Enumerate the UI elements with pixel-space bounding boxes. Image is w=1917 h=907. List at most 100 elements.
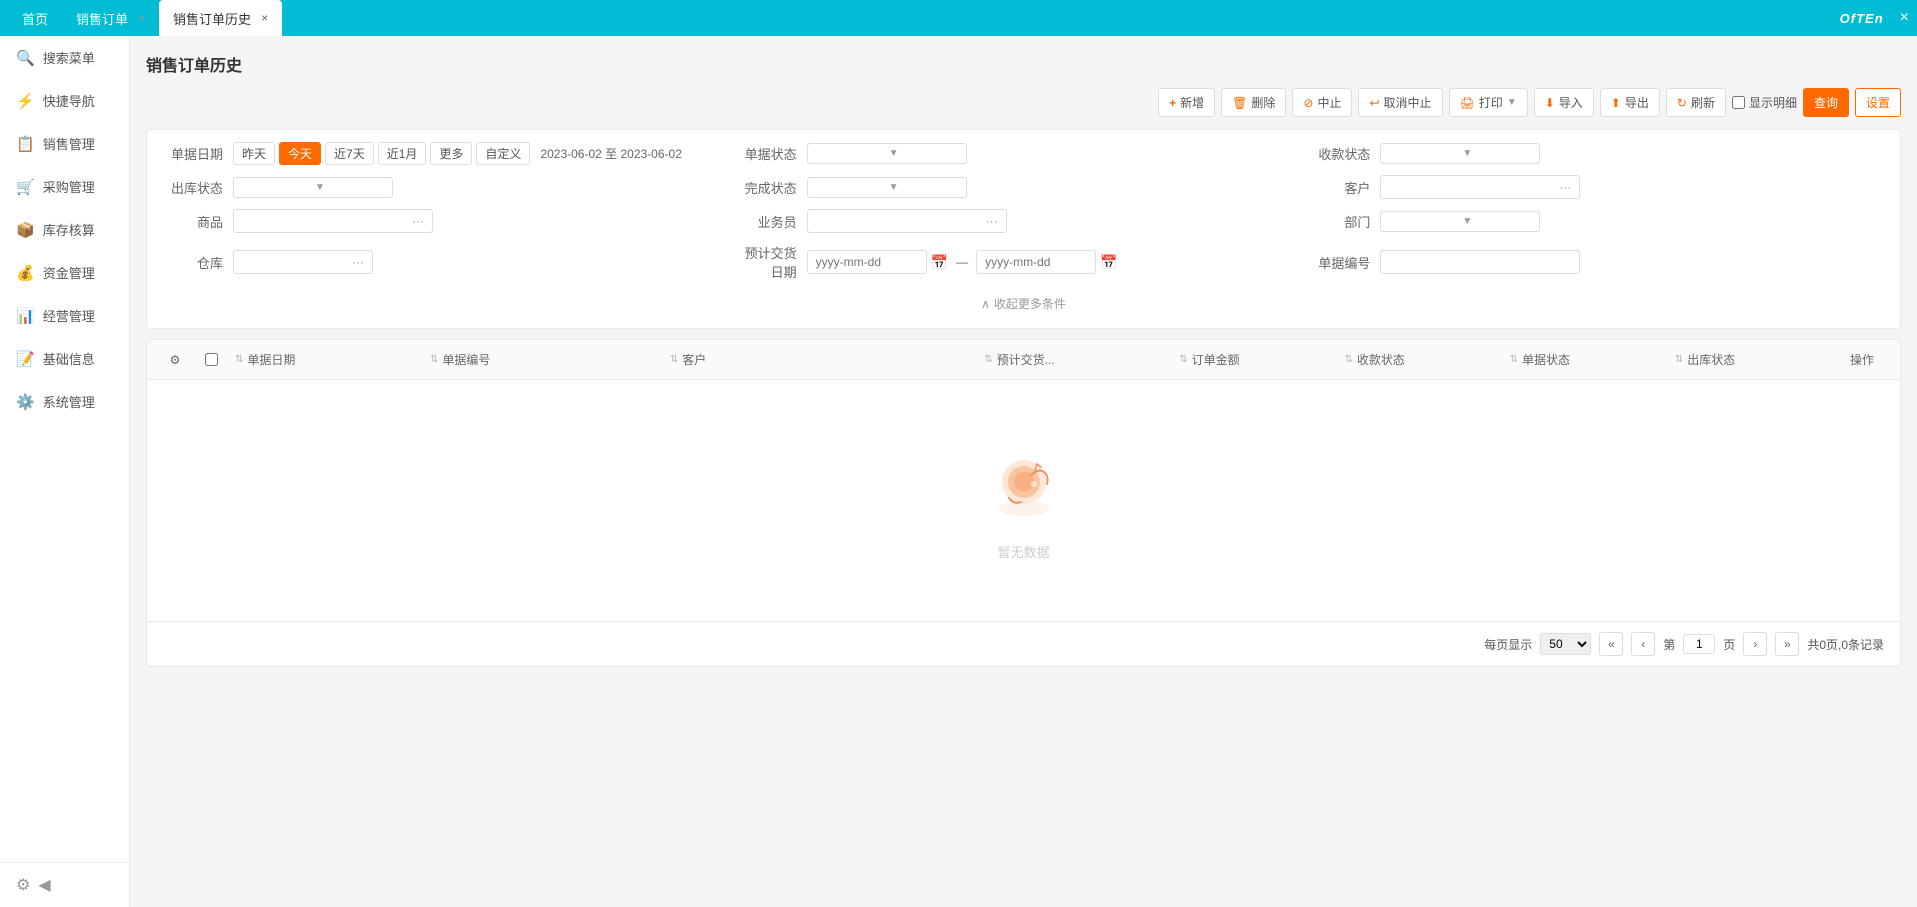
warehouse-label: 仓库 <box>163 253 233 272</box>
collapse-row[interactable]: ∧ 收起更多条件 <box>163 291 1884 316</box>
th-customer[interactable]: ⇅ 客户 <box>662 351 976 368</box>
date-btn-custom[interactable]: 自定义 <box>476 142 530 165</box>
close-all-btn[interactable]: × <box>1900 9 1909 27</box>
dept-select[interactable]: ▼ <box>1380 211 1540 232</box>
settings-button[interactable]: 设置 <box>1855 88 1901 117</box>
close-tab-sales-history[interactable]: × <box>261 11 268 25</box>
sidebar-collapse-icon[interactable]: ◀ <box>38 875 50 895</box>
collapse-label: 收起更多条件 <box>994 295 1066 312</box>
main-layout: 🔍 搜索菜单 ⚡ 快捷导航 📋 销售管理 🛒 采购管理 📦 库存核算 💰 资金管… <box>0 36 1917 907</box>
delete-button[interactable]: 🗑 删除 <box>1221 88 1286 117</box>
sidebar-settings-icon[interactable]: ⚙ <box>16 875 30 895</box>
th-out-status[interactable]: ⇅ 出库状态 <box>1667 351 1832 368</box>
next-page-btn[interactable]: › <box>1743 632 1767 656</box>
bill-status-control: ▼ <box>807 143 1311 164</box>
sidebar-item-basic-info[interactable]: 📝 基础信息 <box>0 337 129 380</box>
show-detail-checkbox[interactable]: 显示明细 <box>1732 94 1797 111</box>
th-payment[interactable]: ⇅ 收款状态 <box>1336 351 1501 368</box>
import-icon: ⬇ <box>1545 96 1555 110</box>
th-number[interactable]: ⇅ 单据编号 <box>422 351 662 368</box>
date-btn-yesterday[interactable]: 昨天 <box>233 142 275 165</box>
sort-icon-delivery: ⇅ <box>984 354 992 365</box>
sidebar: 🔍 搜索菜单 ⚡ 快捷导航 📋 销售管理 🛒 采购管理 📦 库存核算 💰 资金管… <box>0 36 130 907</box>
delivery-date-to[interactable] <box>976 250 1096 274</box>
bill-number-control <box>1380 250 1884 274</box>
sidebar-item-operation[interactable]: 📊 经营管理 <box>0 294 129 337</box>
toolbar: + 新增 🗑 删除 ⊘ 中止 ↩ 取消中止 🖨 打印 ▼ ⬇ 导 <box>146 88 1901 117</box>
th-checkbox[interactable] <box>195 353 227 366</box>
add-icon: + <box>1169 96 1176 110</box>
date-btn-week[interactable]: 近7天 <box>325 142 374 165</box>
add-button[interactable]: + 新增 <box>1158 88 1215 117</box>
select-all-checkbox[interactable] <box>205 353 218 366</box>
sidebar-item-search-menu[interactable]: 🔍 搜索菜单 <box>0 36 129 79</box>
sidebar-item-finance[interactable]: 💰 资金管理 <box>0 251 129 294</box>
customer-input[interactable]: ··· <box>1380 175 1580 199</box>
date-btn-more[interactable]: 更多 <box>430 142 472 165</box>
show-detail-input[interactable] <box>1732 96 1745 109</box>
sidebar-item-inventory[interactable]: 📦 库存核算 <box>0 208 129 251</box>
bill-status-arrow: ▼ <box>889 148 958 159</box>
refresh-button[interactable]: ↻ 刷新 <box>1666 88 1726 117</box>
date-buttons-group: 昨天 今天 近7天 近1月 更多 <box>233 142 530 165</box>
table-header: ⚙ ⇅ 单据日期 ⇅ 单据编号 ⇅ 客户 ⇅ <box>147 340 1900 380</box>
page-label: 页 <box>1723 636 1735 653</box>
th-settings[interactable]: ⚙ <box>155 353 195 367</box>
date-calendar-to[interactable]: 📅 <box>1100 254 1117 271</box>
tab-sales-history[interactable]: 销售订单历史 × <box>159 0 282 36</box>
refresh-icon: ↻ <box>1677 96 1687 110</box>
empty-state: 暂无数据 <box>147 380 1900 621</box>
page-size-select[interactable]: 50 10 20 100 <box>1540 633 1591 655</box>
th-amount[interactable]: ⇅ 订单金额 <box>1171 351 1336 368</box>
warehouse-control: ··· <box>233 250 737 274</box>
operation-icon: 📊 <box>16 307 35 325</box>
stop-button[interactable]: ⊘ 中止 <box>1292 88 1352 117</box>
date-btn-month[interactable]: 近1月 <box>378 142 427 165</box>
customer-label: 客户 <box>1310 178 1380 197</box>
goods-input[interactable]: ··· <box>233 209 433 233</box>
print-icon: 🖨 <box>1460 96 1475 110</box>
export-button[interactable]: ⬆ 导出 <box>1600 88 1660 117</box>
th-delivery[interactable]: ⇅ 预计交货... <box>976 351 1171 368</box>
out-status-select[interactable]: ▼ <box>233 177 393 198</box>
tab-home[interactable]: 首页 <box>8 0 62 36</box>
sidebar-item-purchase-mgmt[interactable]: 🛒 采购管理 <box>0 165 129 208</box>
sys-mgmt-icon: ⚙️ <box>16 393 35 411</box>
last-page-btn[interactable]: » <box>1775 632 1799 656</box>
salesman-input[interactable]: ··· <box>807 209 1007 233</box>
page-title: 销售订单历史 <box>146 52 1901 76</box>
prev-page-btn[interactable]: ‹ <box>1631 632 1655 656</box>
sidebar-item-sys-mgmt[interactable]: ⚙️ 系统管理 <box>0 380 129 423</box>
warehouse-input[interactable]: ··· <box>233 250 373 274</box>
print-button[interactable]: 🖨 打印 ▼ <box>1449 88 1528 117</box>
bill-status-label: 单据状态 <box>737 144 807 163</box>
first-page-btn[interactable]: « <box>1599 632 1623 656</box>
pay-status-label: 收款状态 <box>1310 144 1380 163</box>
bill-number-input[interactable] <box>1380 250 1580 274</box>
out-status-control: ▼ <box>233 177 737 198</box>
complete-status-arrow: ▼ <box>889 182 958 193</box>
delivery-date-from[interactable] <box>807 250 927 274</box>
customer-control: ··· <box>1380 175 1884 199</box>
sidebar-item-sales-mgmt[interactable]: 📋 销售管理 <box>0 122 129 165</box>
delivery-date-control: 📅 — 📅 <box>807 250 1311 274</box>
sidebar-item-quick-nav[interactable]: ⚡ 快捷导航 <box>0 79 129 122</box>
sort-icon-date: ⇅ <box>235 354 243 365</box>
close-tab-sales-order[interactable]: × <box>138 11 145 25</box>
date-calendar-from[interactable]: 📅 <box>931 254 948 271</box>
query-button[interactable]: 查询 <box>1803 88 1849 117</box>
import-button[interactable]: ⬇ 导入 <box>1534 88 1594 117</box>
cancel-stop-button[interactable]: ↩ 取消中止 <box>1358 88 1442 117</box>
tab-sales-order[interactable]: 销售订单 × <box>62 0 159 36</box>
th-bill-status[interactable]: ⇅ 单据状态 <box>1502 351 1667 368</box>
date-btn-today[interactable]: 今天 <box>279 142 321 165</box>
pay-status-select[interactable]: ▼ <box>1380 143 1540 164</box>
goods-label: 商品 <box>163 212 233 231</box>
complete-status-select[interactable]: ▼ <box>807 177 967 198</box>
th-date[interactable]: ⇅ 单据日期 <box>227 351 422 368</box>
page-number-input[interactable] <box>1683 634 1715 654</box>
dept-arrow: ▼ <box>1462 216 1531 227</box>
bill-status-select[interactable]: ▼ <box>807 143 967 164</box>
content-area: 销售订单历史 + 新增 🗑 删除 ⊘ 中止 ↩ 取消中止 🖨 打印 ▼ <box>130 36 1917 907</box>
brand-label: OfTEn <box>1840 11 1884 26</box>
